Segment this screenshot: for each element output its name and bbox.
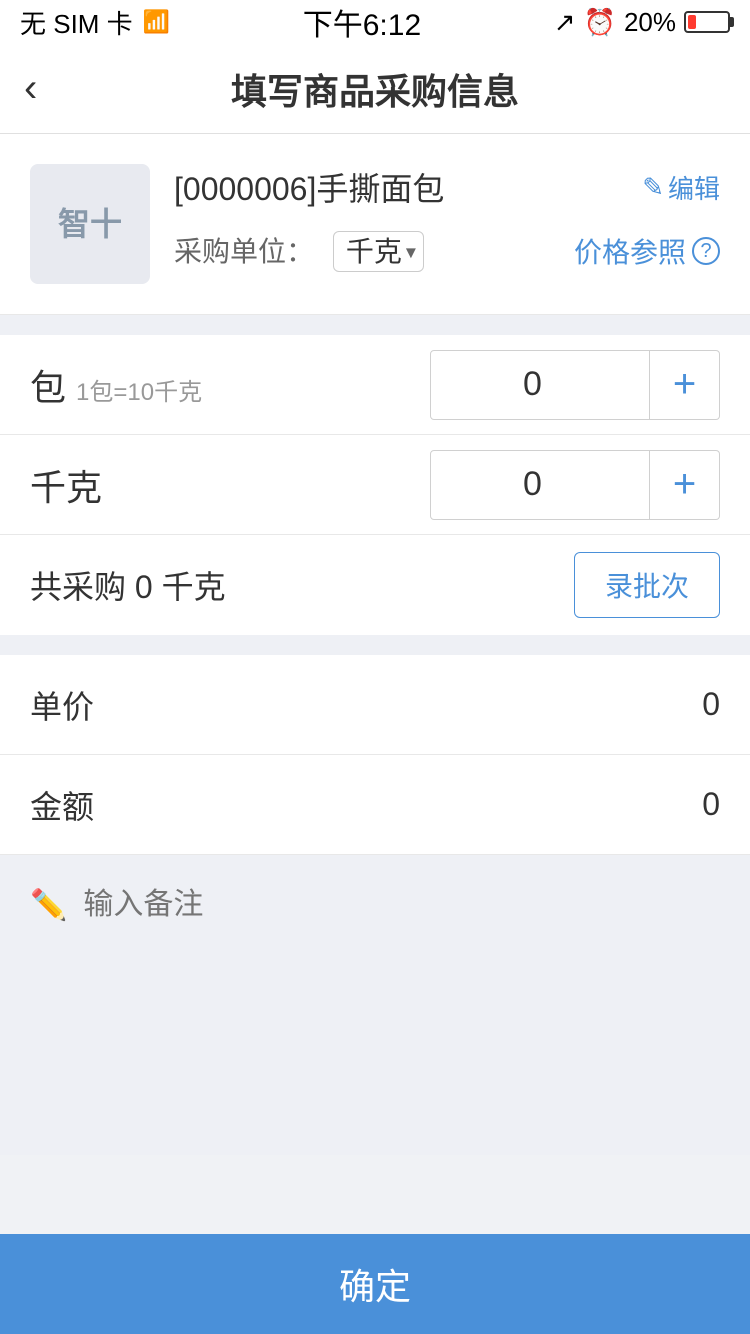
bag-sub-label: 1包=10千克 bbox=[76, 372, 202, 407]
bag-label-group: 包 1包=10千克 bbox=[30, 359, 230, 411]
section-divider-2 bbox=[0, 635, 750, 655]
location-icon: ↗ bbox=[554, 7, 576, 38]
product-name-row: [0000006]手撕面包 ✎ 编辑 bbox=[174, 164, 720, 210]
unit-price-row: 单价 0 bbox=[0, 655, 750, 755]
battery-icon bbox=[684, 11, 730, 33]
price-reference-button[interactable]: 价格参照 ? bbox=[574, 231, 720, 271]
bag-input-row: 包 1包=10千克 + bbox=[0, 335, 750, 435]
kg-input-row: 千克 + bbox=[0, 435, 750, 535]
unit-select[interactable]: 千克 bbox=[333, 231, 424, 272]
kg-label: 千克 bbox=[30, 459, 102, 511]
unit-price-label: 单价 bbox=[30, 682, 94, 728]
page-title: 填写商品采购信息 bbox=[231, 63, 519, 115]
carrier-text: 无 SIM 卡 bbox=[20, 4, 133, 41]
product-thumb-label: 智十 bbox=[58, 205, 122, 243]
unit-price-value: 0 bbox=[702, 686, 720, 723]
edit-icon: ✎ bbox=[642, 172, 664, 203]
bag-input-group: + bbox=[430, 350, 720, 420]
product-card: 智十 [0000006]手撕面包 ✎ 编辑 采购单位： 千克 bbox=[0, 134, 750, 315]
unit-select-wrapper[interactable]: 千克 bbox=[323, 231, 424, 272]
wifi-icon: 📶 bbox=[143, 9, 170, 35]
amount-row: 金额 0 bbox=[0, 755, 750, 855]
kg-label-group: 千克 bbox=[30, 459, 230, 511]
unit-row: 采购单位： 千克 价格参照 ? bbox=[174, 230, 720, 272]
back-button[interactable]: ‹ bbox=[24, 66, 37, 111]
product-name: [0000006]手撕面包 bbox=[174, 164, 444, 210]
product-info: [0000006]手撕面包 ✎ 编辑 采购单位： 千克 价格 bbox=[174, 164, 720, 272]
price-ref-label: 价格参照 bbox=[574, 231, 686, 271]
edit-button[interactable]: ✎ 编辑 bbox=[642, 169, 720, 206]
bag-label: 包 bbox=[30, 359, 66, 411]
remark-input[interactable] bbox=[83, 888, 720, 922]
battery-text: 20% bbox=[624, 7, 676, 38]
section-divider-1 bbox=[0, 315, 750, 335]
total-row: 共采购 0 千克 录批次 bbox=[0, 535, 750, 635]
status-bar: 无 SIM 卡 📶 下午6:12 ↗ ⏰ 20% bbox=[0, 0, 750, 44]
alarm-icon: ⏰ bbox=[584, 7, 616, 38]
bag-quantity-input[interactable] bbox=[430, 350, 650, 420]
remark-section[interactable]: ✏️ bbox=[0, 855, 750, 955]
total-label: 共采购 0 千克 bbox=[30, 562, 226, 608]
kg-input-group: + bbox=[430, 450, 720, 520]
amount-label: 金额 bbox=[30, 782, 94, 828]
amount-value: 0 bbox=[702, 786, 720, 823]
bottom-filler bbox=[0, 955, 750, 1155]
kg-quantity-input[interactable] bbox=[430, 450, 650, 520]
help-icon: ? bbox=[692, 237, 720, 265]
nav-bar: ‹ 填写商品采购信息 bbox=[0, 44, 750, 134]
status-right: ↗ ⏰ 20% bbox=[554, 7, 730, 38]
confirm-button[interactable]: 确定 bbox=[0, 1234, 750, 1334]
unit-label-group: 采购单位： 千克 bbox=[174, 230, 424, 272]
batch-button[interactable]: 录批次 bbox=[574, 552, 720, 618]
status-left: 无 SIM 卡 📶 bbox=[20, 4, 170, 41]
pencil-icon: ✏️ bbox=[30, 888, 67, 923]
bag-plus-button[interactable]: + bbox=[650, 350, 720, 420]
unit-label: 采购单位： bbox=[174, 236, 314, 267]
edit-label: 编辑 bbox=[668, 169, 720, 206]
product-thumbnail: 智十 bbox=[30, 164, 150, 284]
kg-plus-button[interactable]: + bbox=[650, 450, 720, 520]
time-display: 下午6:12 bbox=[303, 0, 421, 44]
